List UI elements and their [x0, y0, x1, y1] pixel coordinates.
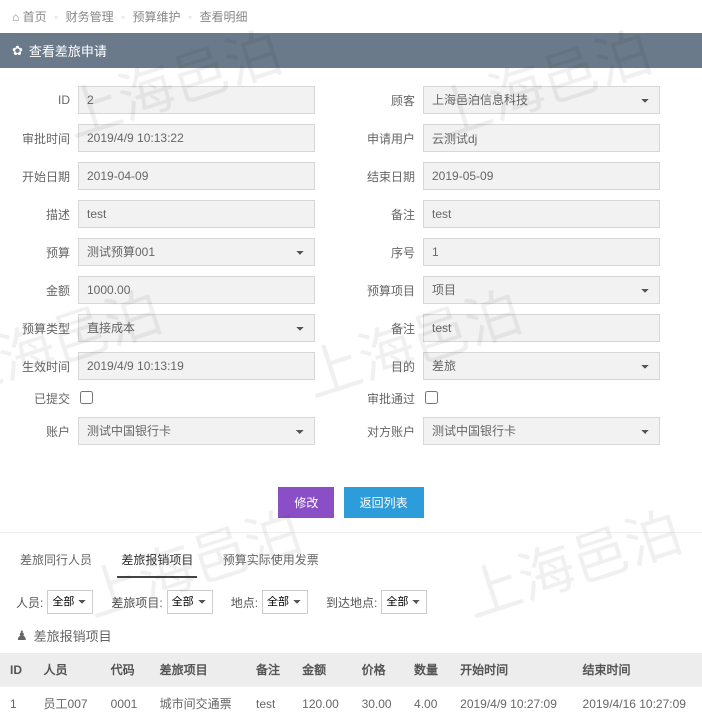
lbl-apply-user: 申请用户 [345, 130, 423, 147]
th-remark[interactable]: 备注 [246, 653, 292, 687]
td-amount: 120.00 [292, 687, 351, 720]
back-button[interactable]: 返回列表 [344, 487, 424, 518]
filter-loc[interactable]: 全部 [262, 590, 308, 614]
filter-person-lbl: 人员: [16, 594, 43, 611]
bc-sep: ◦ [54, 10, 58, 24]
panel-title: 查看差旅申请 [29, 41, 107, 60]
input-end-date[interactable] [423, 162, 660, 190]
lbl-remark2: 备注 [345, 320, 423, 337]
th-start[interactable]: 开始时间 [450, 653, 572, 687]
lbl-purpose: 目的 [345, 358, 423, 375]
checkbox-submitted[interactable] [80, 391, 93, 404]
lbl-remark: 备注 [345, 206, 423, 223]
select-account[interactable]: 测试中国银行卡 [78, 417, 315, 445]
lbl-desc: 描述 [0, 206, 78, 223]
lbl-customer: 顾客 [345, 92, 423, 109]
td-id: 1 [0, 687, 34, 720]
td-start: 2019/4/9 10:27:09 [450, 687, 572, 720]
bc-c[interactable]: 查看明细 [200, 10, 248, 24]
bc-a[interactable]: 财务管理 [66, 10, 114, 24]
lbl-approved: 审批通过 [345, 390, 423, 407]
input-seq[interactable] [423, 238, 660, 266]
person-icon: ♟ [16, 628, 28, 644]
lbl-budget-item: 预算项目 [345, 282, 423, 299]
th-qty[interactable]: 数量 [404, 653, 450, 687]
tab-companions[interactable]: 差旅同行人员 [16, 543, 96, 576]
lbl-effective-time: 生效时间 [0, 358, 78, 375]
lbl-id: ID [0, 93, 78, 107]
input-desc[interactable] [78, 200, 315, 228]
select-budget-type[interactable]: 直接成本 [78, 314, 315, 342]
td-price: 30.00 [352, 687, 404, 720]
th-end[interactable]: 结束时间 [573, 653, 702, 687]
modify-button[interactable]: 修改 [278, 487, 334, 518]
input-id[interactable] [78, 86, 315, 114]
sub-header-title: 差旅报销项目 [34, 626, 112, 645]
lbl-end-date: 结束日期 [345, 168, 423, 185]
td-item: 城市间交通票 [150, 687, 246, 720]
lbl-start-date: 开始日期 [0, 168, 78, 185]
breadcrumb: ⌂ 首页 ◦ 财务管理 ◦ 预算维护 ◦ 查看明细 [0, 0, 702, 33]
select-budget-item[interactable]: 项目 [423, 276, 660, 304]
th-person[interactable]: 人员 [34, 653, 101, 687]
form-area: ID 顾客上海邑泊信息科技 审批时间 申请用户 开始日期 结束日期 描述 备注 … [0, 68, 702, 473]
filter-bar: 人员:全部 差旅项目:全部 地点:全部 到达地点:全部 [0, 578, 702, 620]
th-id[interactable]: ID [0, 653, 34, 687]
bc-sep: ◦ [188, 10, 192, 24]
lbl-approve-time: 审批时间 [0, 130, 78, 147]
td-end: 2019/4/16 10:27:09 [573, 687, 702, 720]
lbl-budget: 预算 [0, 244, 78, 261]
lbl-account: 账户 [0, 423, 78, 440]
input-amount[interactable] [78, 276, 315, 304]
th-item[interactable]: 差旅项目 [150, 653, 246, 687]
table-row[interactable]: 1 员工007 0001 城市间交通票 test 120.00 30.00 4.… [0, 687, 702, 720]
filter-dest[interactable]: 全部 [381, 590, 427, 614]
button-bar: 修改 返回列表 [0, 473, 702, 532]
lbl-seq: 序号 [345, 244, 423, 261]
filter-person[interactable]: 全部 [47, 590, 93, 614]
select-budget[interactable]: 测试预算001 [78, 238, 315, 266]
th-price[interactable]: 价格 [352, 653, 404, 687]
th-code[interactable]: 代码 [101, 653, 150, 687]
home-icon[interactable]: ⌂ [12, 10, 19, 24]
filter-loc-lbl: 地点: [231, 594, 258, 611]
input-approve-time[interactable] [78, 124, 315, 152]
td-person: 员工007 [34, 687, 101, 720]
filter-item-lbl: 差旅项目: [111, 594, 162, 611]
lbl-amount: 金额 [0, 282, 78, 299]
tab-reimburse-items[interactable]: 差旅报销项目 [117, 543, 197, 578]
lbl-opp-account: 对方账户 [345, 423, 423, 440]
input-apply-user[interactable] [423, 124, 660, 152]
td-remark: test [246, 687, 292, 720]
select-purpose[interactable]: 差旅 [423, 352, 660, 380]
input-effective-time[interactable] [78, 352, 315, 380]
th-amount[interactable]: 金额 [292, 653, 351, 687]
lbl-budget-type: 预算类型 [0, 320, 78, 337]
reimburse-table: ID 人员 代码 差旅项目 备注 金额 价格 数量 开始时间 结束时间 1 员工… [0, 653, 702, 720]
checkbox-approved[interactable] [425, 391, 438, 404]
filter-dest-lbl: 到达地点: [326, 594, 377, 611]
input-remark2[interactable] [423, 314, 660, 342]
lbl-submitted: 已提交 [0, 390, 78, 407]
bc-b[interactable]: 预算维护 [133, 10, 181, 24]
input-start-date[interactable] [78, 162, 315, 190]
tabs: 差旅同行人员 差旅报销项目 预算实际使用发票 [0, 532, 702, 578]
input-remark[interactable] [423, 200, 660, 228]
select-opp-account[interactable]: 测试中国银行卡 [423, 417, 660, 445]
sub-header: ♟ 差旅报销项目 [0, 620, 702, 653]
td-code: 0001 [101, 687, 150, 720]
td-qty: 4.00 [404, 687, 450, 720]
bc-home[interactable]: 首页 [23, 10, 47, 24]
panel-header: ✿ 查看差旅申请 [0, 33, 702, 68]
tab-invoices[interactable]: 预算实际使用发票 [219, 543, 323, 576]
bc-sep: ◦ [121, 10, 125, 24]
gear-icon: ✿ [12, 43, 23, 59]
select-customer[interactable]: 上海邑泊信息科技 [423, 86, 660, 114]
filter-item[interactable]: 全部 [167, 590, 213, 614]
